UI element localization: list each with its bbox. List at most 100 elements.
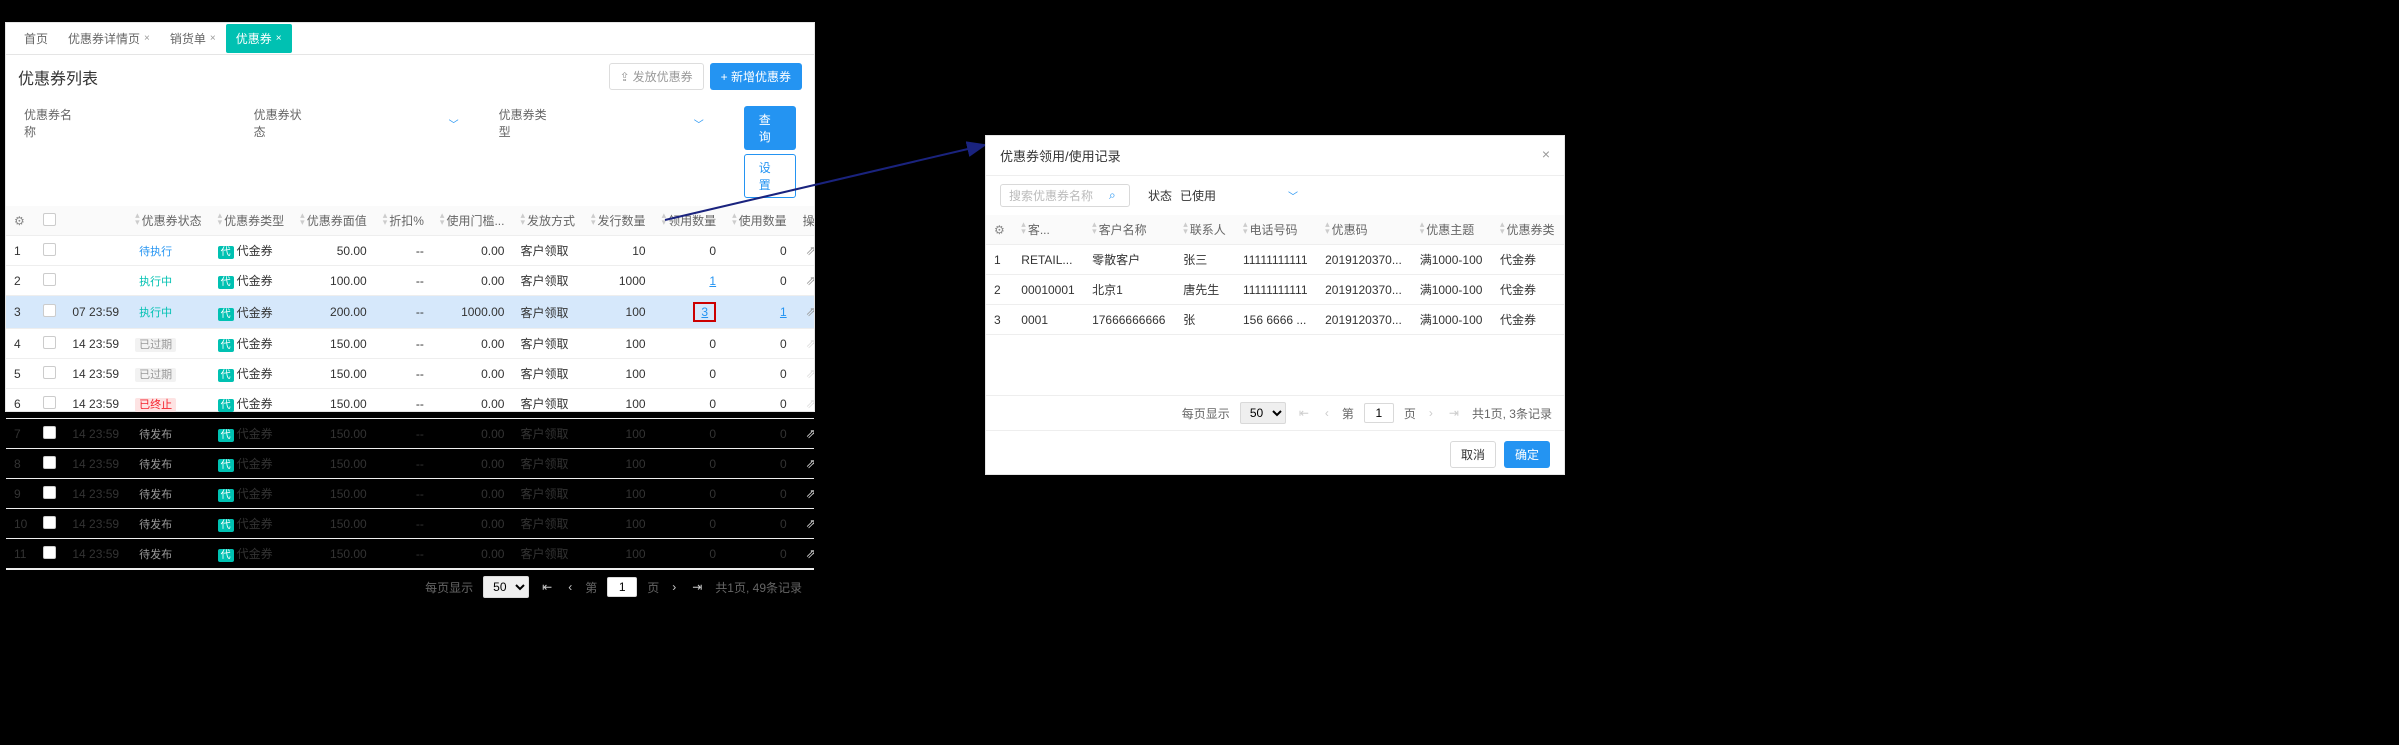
table-row[interactable]: 2 执行中 代代金券 100.00 -- 0.00 客户领取 1000 1 0 … (6, 266, 814, 296)
table-row[interactable]: 11 14 23:59 待发布 代代金券 150.00 -- 0.00 客户领取… (6, 539, 814, 569)
col-face[interactable]: 优惠券面值 (307, 214, 367, 228)
col-type[interactable]: 优惠券类型 (224, 214, 284, 228)
gear-icon[interactable]: ⚙ (994, 223, 1005, 237)
checkbox-all[interactable] (43, 213, 56, 226)
sort-icon[interactable]: ▴▾ (662, 212, 667, 226)
chevron-down-icon[interactable]: ﹀ (449, 116, 459, 131)
sort-icon[interactable]: ▴▾ (1183, 221, 1188, 235)
table-row[interactable]: 10 14 23:59 待发布 代代金券 150.00 -- 0.00 客户领取… (6, 509, 814, 539)
row-checkbox[interactable] (43, 516, 56, 529)
row-checkbox[interactable] (43, 546, 56, 559)
search-box[interactable]: ⌕ (1000, 184, 1130, 207)
close-icon[interactable]: × (1542, 146, 1550, 165)
sort-icon[interactable]: ▴▾ (135, 212, 140, 226)
table-row[interactable]: 9 14 23:59 待发布 代代金券 150.00 -- 0.00 客户领取 … (6, 479, 814, 509)
col-custname[interactable]: 客户名称 (1099, 223, 1147, 237)
close-icon[interactable]: × (210, 33, 216, 44)
gear-icon[interactable]: ⚙ (14, 214, 25, 228)
col-use[interactable]: 使用数量 (739, 214, 787, 228)
sort-icon[interactable]: ▴▾ (1092, 221, 1097, 235)
filter-status-select[interactable] (313, 112, 443, 134)
sort-icon[interactable]: ▴▾ (218, 212, 223, 226)
row-checkbox[interactable] (43, 273, 56, 286)
status-select[interactable]: 已使用 (1180, 187, 1280, 204)
last-page-button[interactable]: ⇥ (689, 580, 705, 594)
table-row[interactable]: 3 0001 17666666666 张 156 6666 ... 201912… (986, 305, 1564, 335)
row-checkbox[interactable] (43, 336, 56, 349)
chevron-down-icon[interactable]: ﹀ (1288, 188, 1298, 203)
share-icon[interactable]: ⇗ (806, 273, 814, 288)
table-row[interactable]: 4 14 23:59 已过期 代代金券 150.00 -- 0.00 客户领取 … (6, 329, 814, 359)
next-page-button[interactable]: › (1426, 406, 1436, 420)
row-checkbox[interactable] (43, 366, 56, 379)
table-row[interactable]: 3 07 23:59 执行中 代代金券 200.00 -- 1000.00 客户… (6, 296, 814, 329)
page-input[interactable] (1364, 403, 1394, 423)
search-icon[interactable]: ⌕ (1109, 188, 1116, 203)
tab-detail[interactable]: 优惠券详情页× (58, 24, 160, 53)
chevron-down-icon[interactable]: ﹀ (694, 116, 704, 131)
sort-icon[interactable]: ▴▾ (591, 212, 596, 226)
add-coupon-button[interactable]: + 新增优惠券 (710, 63, 802, 90)
row-checkbox[interactable] (43, 486, 56, 499)
first-page-button[interactable]: ⇤ (539, 580, 555, 594)
use-count-link[interactable]: 1 (780, 305, 787, 319)
issue-coupon-button[interactable]: ⇪发放优惠券 (609, 63, 704, 90)
table-row[interactable]: 1 待执行 代代金券 50.00 -- 0.00 客户领取 10 0 0 ⇗ ▦ (6, 236, 814, 266)
col-subject[interactable]: 优惠主题 (1426, 223, 1474, 237)
sort-icon[interactable]: ▴▾ (383, 212, 388, 226)
sort-icon[interactable]: ▴▾ (1021, 221, 1026, 235)
col-contact[interactable]: 联系人 (1190, 223, 1226, 237)
col-custcode[interactable]: 客... (1028, 223, 1050, 237)
sort-icon[interactable]: ▴▾ (1420, 221, 1425, 235)
tab-coupon[interactable]: 优惠券× (226, 24, 292, 53)
next-page-button[interactable]: › (669, 580, 679, 594)
col-method[interactable]: 发放方式 (527, 214, 575, 228)
prev-page-button[interactable]: ‹ (565, 580, 575, 594)
table-row[interactable]: 2 00010001 北京1 唐先生 11111111111 201912037… (986, 275, 1564, 305)
sort-icon[interactable]: ▴▾ (300, 212, 305, 226)
table-row[interactable]: 7 14 23:59 待发布 代代金券 150.00 -- 0.00 客户领取 … (6, 419, 814, 449)
tab-sales[interactable]: 销货单× (160, 24, 226, 53)
tab-home[interactable]: 首页 (14, 24, 58, 53)
receive-count-link[interactable]: 3 (701, 305, 708, 319)
per-page-select[interactable]: 50 (483, 576, 529, 598)
row-checkbox[interactable] (43, 456, 56, 469)
table-row[interactable]: 5 14 23:59 已过期 代代金券 150.00 -- 0.00 客户领取 … (6, 359, 814, 389)
prev-page-button[interactable]: ‹ (1322, 406, 1332, 420)
share-icon[interactable]: ⇗ (806, 243, 814, 258)
row-checkbox[interactable] (43, 304, 56, 317)
receive-count-link[interactable]: 1 (709, 274, 716, 288)
col-issue[interactable]: 发行数量 (598, 214, 646, 228)
ok-button[interactable]: 确定 (1504, 441, 1550, 468)
sort-icon[interactable]: ▴▾ (732, 212, 737, 226)
col-receive[interactable]: 领用数量 (668, 214, 716, 228)
close-icon[interactable]: × (144, 33, 150, 44)
col-status[interactable]: 优惠券状态 (142, 214, 202, 228)
page-input[interactable] (607, 577, 637, 597)
settings-button[interactable]: 设置 (744, 154, 796, 198)
sort-icon[interactable]: ▴▾ (1243, 221, 1248, 235)
row-checkbox[interactable] (43, 426, 56, 439)
last-page-button[interactable]: ⇥ (1446, 406, 1462, 420)
col-phone[interactable]: 电话号码 (1250, 223, 1298, 237)
sort-icon[interactable]: ▴▾ (440, 212, 445, 226)
query-button[interactable]: 查询 (744, 106, 796, 150)
sort-icon[interactable]: ▴▾ (1500, 221, 1505, 235)
col-discount[interactable]: 折扣% (389, 214, 424, 228)
col-ctype[interactable]: 优惠券类 (1507, 223, 1555, 237)
col-code[interactable]: 优惠码 (1332, 223, 1368, 237)
col-threshold[interactable]: 使用门槛... (446, 214, 504, 228)
row-checkbox[interactable] (43, 243, 56, 256)
table-row[interactable]: 8 14 23:59 待发布 代代金券 150.00 -- 0.00 客户领取 … (6, 449, 814, 479)
sort-icon[interactable]: ▴▾ (1325, 221, 1330, 235)
filter-type-select[interactable] (558, 112, 688, 134)
table-row[interactable]: 1 RETAIL... 零散客户 张三 11111111111 20191203… (986, 245, 1564, 275)
table-row[interactable]: 6 14 23:59 已终止 代代金券 150.00 -- 0.00 客户领取 … (6, 389, 814, 419)
filter-name-input[interactable] (84, 112, 214, 134)
sort-icon[interactable]: ▴▾ (520, 212, 525, 226)
close-icon[interactable]: × (276, 33, 282, 44)
share-icon[interactable]: ⇗ (806, 304, 814, 319)
search-input[interactable] (1009, 189, 1109, 203)
cancel-button[interactable]: 取消 (1450, 441, 1496, 468)
row-checkbox[interactable] (43, 396, 56, 409)
